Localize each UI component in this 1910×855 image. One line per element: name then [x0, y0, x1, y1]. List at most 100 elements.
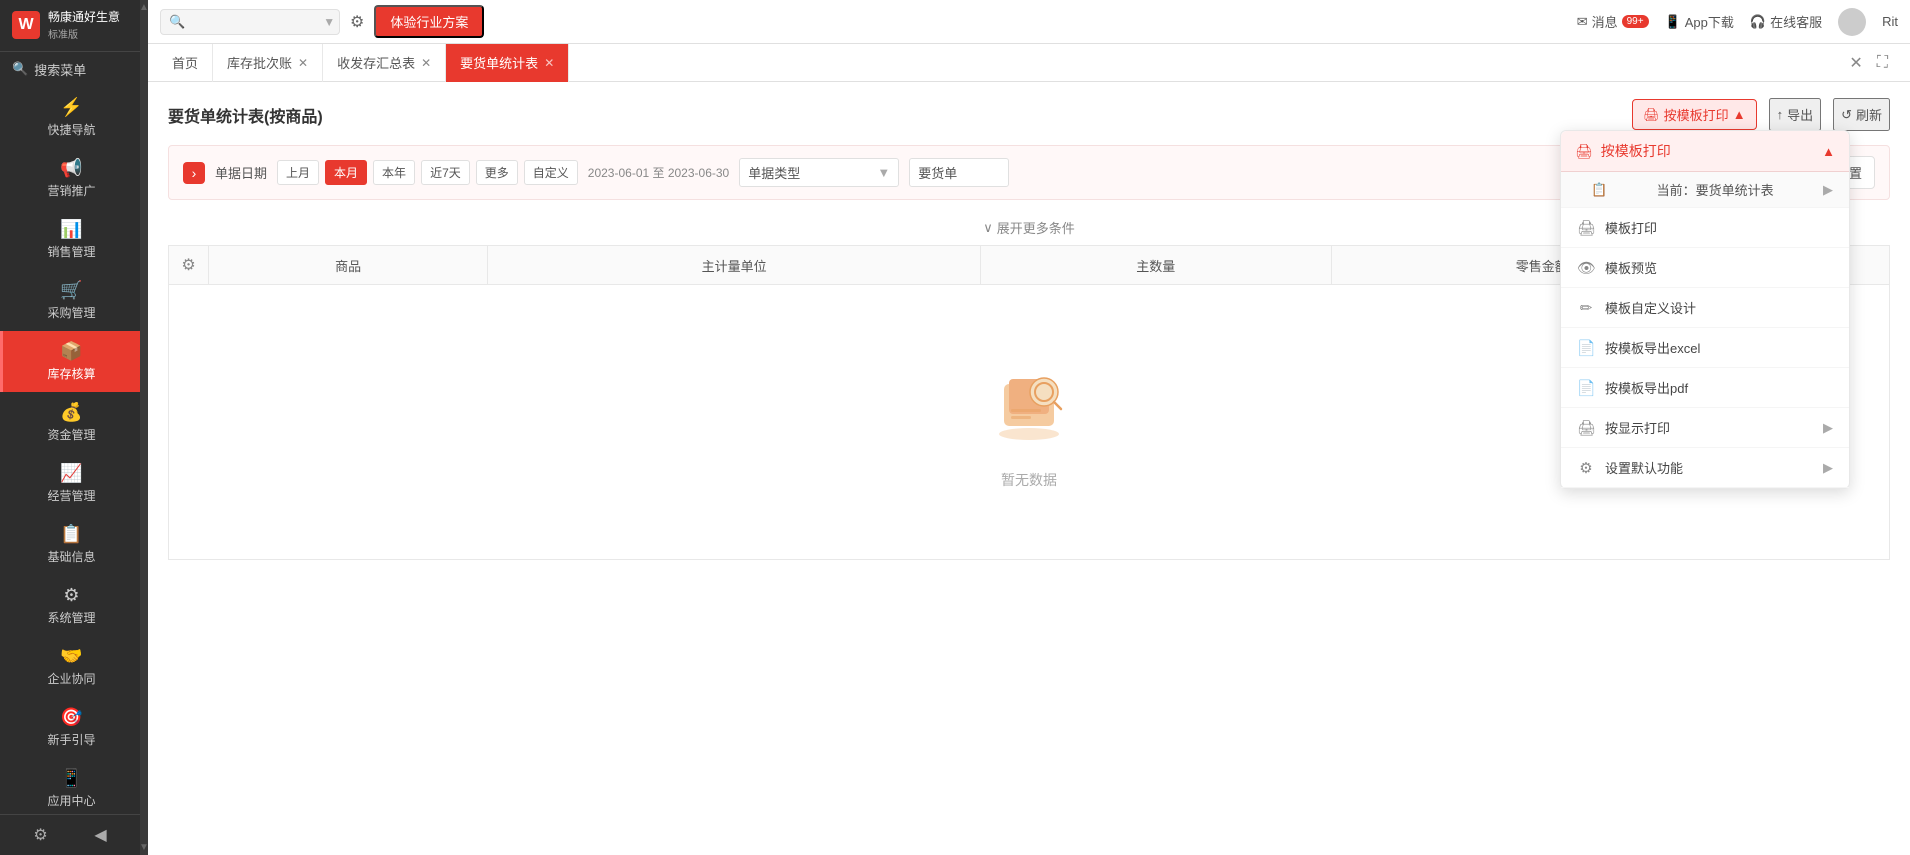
sidebar-nav: ⚡ 快捷导航 📢 营销推广 📊 销售管理 🛒 采购管理 📦 库存核算 💰 资金管… [0, 87, 140, 814]
purchase-icon: 🛒 [60, 280, 82, 301]
app-download-action[interactable]: 📱 App下载 [1665, 12, 1734, 31]
tab-receipts-summary-close[interactable]: ✕ [421, 56, 431, 70]
system-icon: ⚙ [63, 585, 79, 606]
date-btn-7days[interactable]: 近7天 [421, 160, 470, 185]
tab-order-stats-close[interactable]: ✕ [544, 56, 554, 70]
filter-expand-button[interactable]: › [183, 162, 205, 184]
finance-icon: 💰 [60, 402, 82, 423]
template-print-icon: 🖨 [1577, 219, 1595, 237]
tab-home[interactable]: 首页 [158, 44, 213, 82]
page-header: 要货单统计表(按商品) 🖨 按模板打印 ▲ ↑ 导出 ↺ 刷新 [168, 98, 1890, 131]
goods-filter-input[interactable]: 要货单 [909, 158, 1009, 187]
operations-icon: 📈 [60, 463, 82, 484]
tab-expand-btns: ✕ ⛶ [1837, 51, 1900, 75]
dropdown-header-actions: ▲ [1822, 144, 1835, 159]
sidebar-item-collab[interactable]: 🤝 企业协同 [0, 636, 140, 697]
download-icon: 📱 [1665, 14, 1681, 30]
page-actions: 🖨 按模板打印 ▲ ↑ 导出 ↺ 刷新 [1632, 98, 1890, 131]
col-header-product: 商品 [209, 246, 488, 285]
template-preview-icon: 👁 [1577, 259, 1595, 277]
tab-batch-accounts[interactable]: 库存批次账 ✕ [213, 44, 323, 82]
logo-text: 畅康通好生意 标准版 [48, 10, 120, 41]
print-header-icon: 🖨 [1575, 143, 1593, 160]
online-service-action[interactable]: 🎧 在线客服 [1750, 12, 1822, 31]
tab-maximize-btn[interactable]: ⛶ [1873, 52, 1892, 74]
export-icon: ↑ [1777, 107, 1784, 122]
topbar: 🔍 ▼ ⚙ 体验行业方案 ✉ 消息 99+ 📱 App下载 🎧 在线客服 Rit [148, 0, 1910, 44]
sidebar-item-inventory[interactable]: 📦 库存核算 [0, 331, 140, 392]
dropdown-item-set-default[interactable]: ⚙ 设置默认功能 ▶ [1561, 448, 1849, 488]
collapse-sidebar-icon[interactable]: ◀ [94, 825, 106, 845]
dropdown-item-display-print[interactable]: 🖨 按显示打印 ▶ [1561, 408, 1849, 448]
sidebar-item-purchase[interactable]: 🛒 采购管理 [0, 270, 140, 331]
sales-icon: 📊 [60, 219, 82, 240]
inventory-icon: 📦 [60, 341, 82, 362]
order-type-select[interactable]: 单据类型 ▼ [739, 158, 899, 187]
sidebar-search[interactable]: 🔍 搜索菜单 [0, 52, 140, 87]
date-btn-this-month[interactable]: 本月 [325, 160, 367, 185]
messages-action[interactable]: ✉ 消息 99+ [1577, 12, 1649, 31]
tab-order-stats[interactable]: 要货单统计表 ✕ [446, 44, 569, 82]
export-pdf-icon: 📄 [1577, 379, 1595, 397]
logo-icon: W [12, 11, 40, 39]
user-name[interactable]: Rit [1882, 14, 1898, 29]
sidebar-item-quick-nav[interactable]: ⚡ 快捷导航 [0, 87, 140, 148]
date-btn-last-month[interactable]: 上月 [277, 160, 319, 185]
tab-receipts-summary[interactable]: 收发存汇总表 ✕ [323, 44, 446, 82]
collab-icon: 🤝 [60, 646, 82, 667]
sidebar-item-newbie[interactable]: 🎯 新手引导 [0, 697, 140, 758]
current-template-arrow: ▶ [1823, 182, 1833, 198]
topbar-actions: ✉ 消息 99+ 📱 App下载 🎧 在线客服 Rit [1577, 8, 1898, 36]
refresh-icon: ↺ [1841, 107, 1852, 123]
sidebar-item-marketing[interactable]: 📢 营销推广 [0, 148, 140, 209]
export-button[interactable]: ↑ 导出 [1769, 98, 1822, 131]
topbar-search-dropdown-icon[interactable]: ▼ [323, 15, 335, 29]
topbar-gear-icon[interactable]: ⚙ [350, 12, 364, 32]
template-design-icon: ✏ [1577, 299, 1595, 317]
tab-batch-accounts-close[interactable]: ✕ [298, 56, 308, 70]
user-avatar[interactable] [1838, 8, 1866, 36]
settings-bottom-icon[interactable]: ⚙ [33, 825, 47, 845]
sidebar-item-operations[interactable]: 📈 经营管理 [0, 453, 140, 514]
sidebar-item-system[interactable]: ⚙ 系统管理 [0, 575, 140, 636]
date-label: 单据日期 [215, 163, 267, 182]
date-btn-this-year[interactable]: 本年 [373, 160, 415, 185]
basics-icon: 📋 [60, 524, 82, 545]
dropdown-item-template-export-excel[interactable]: 📄 按模板导出excel [1561, 328, 1849, 368]
current-template-icon: 📋 [1591, 182, 1607, 198]
display-print-arrow: ▶ [1823, 420, 1833, 436]
tab-close-all-btn[interactable]: ✕ [1845, 51, 1866, 75]
sidebar-item-sales[interactable]: 📊 销售管理 [0, 209, 140, 270]
service-icon: 🎧 [1750, 14, 1766, 30]
set-default-icon: ⚙ [1577, 459, 1595, 477]
refresh-button[interactable]: ↺ 刷新 [1833, 98, 1890, 131]
tabbar: 首页 库存批次账 ✕ 收发存汇总表 ✕ 要货单统计表 ✕ ✕ ⛶ [148, 44, 1910, 82]
search-icon: 🔍 [12, 61, 28, 77]
date-range-display: 2023-06-01 至 2023-06-30 [588, 164, 729, 181]
dropdown-item-template-print[interactable]: 🖨 模板打印 [1561, 208, 1849, 248]
dropdown-item-template-preview[interactable]: 👁 模板预览 [1561, 248, 1849, 288]
date-btn-custom[interactable]: 自定义 [524, 160, 578, 185]
message-icon: ✉ [1577, 14, 1588, 30]
col-header-quantity: 主数量 [981, 246, 1331, 285]
dropdown-item-template-export-pdf[interactable]: 📄 按模板导出pdf [1561, 368, 1849, 408]
empty-illustration [979, 354, 1079, 454]
message-badge: 99+ [1622, 15, 1649, 28]
trial-button[interactable]: 体验行业方案 [374, 5, 484, 38]
sidebar-item-basics[interactable]: 📋 基础信息 [0, 514, 140, 575]
sidebar-item-apps[interactable]: 📱 应用中心 [0, 758, 140, 814]
current-template-item[interactable]: 📋 当前：要货单统计表 ▶ [1561, 172, 1849, 208]
dropdown-header: 🖨 按模板打印 ▲ [1561, 131, 1849, 172]
dropdown-close-chevron[interactable]: ▲ [1822, 144, 1835, 159]
sidebar-item-finance[interactable]: 💰 资金管理 [0, 392, 140, 453]
dropdown-item-template-design[interactable]: ✏ 模板自定义设计 [1561, 288, 1849, 328]
date-btn-more[interactable]: 更多 [476, 160, 518, 185]
print-button[interactable]: 🖨 按模板打印 ▲ [1632, 99, 1756, 130]
logo-area: W 畅康通好生意 标准版 [0, 0, 140, 52]
topbar-search-input[interactable] [189, 15, 319, 29]
table-settings-icon[interactable]: ⚙ [181, 257, 195, 274]
topbar-search-box[interactable]: 🔍 ▼ [160, 9, 340, 35]
print-dropdown-chevron-up: ▲ [1733, 107, 1746, 122]
topbar-search-icon: 🔍 [169, 14, 185, 30]
sidebar: W 畅康通好生意 标准版 🔍 搜索菜单 ⚡ 快捷导航 📢 营销推广 📊 销售管理… [0, 0, 140, 855]
